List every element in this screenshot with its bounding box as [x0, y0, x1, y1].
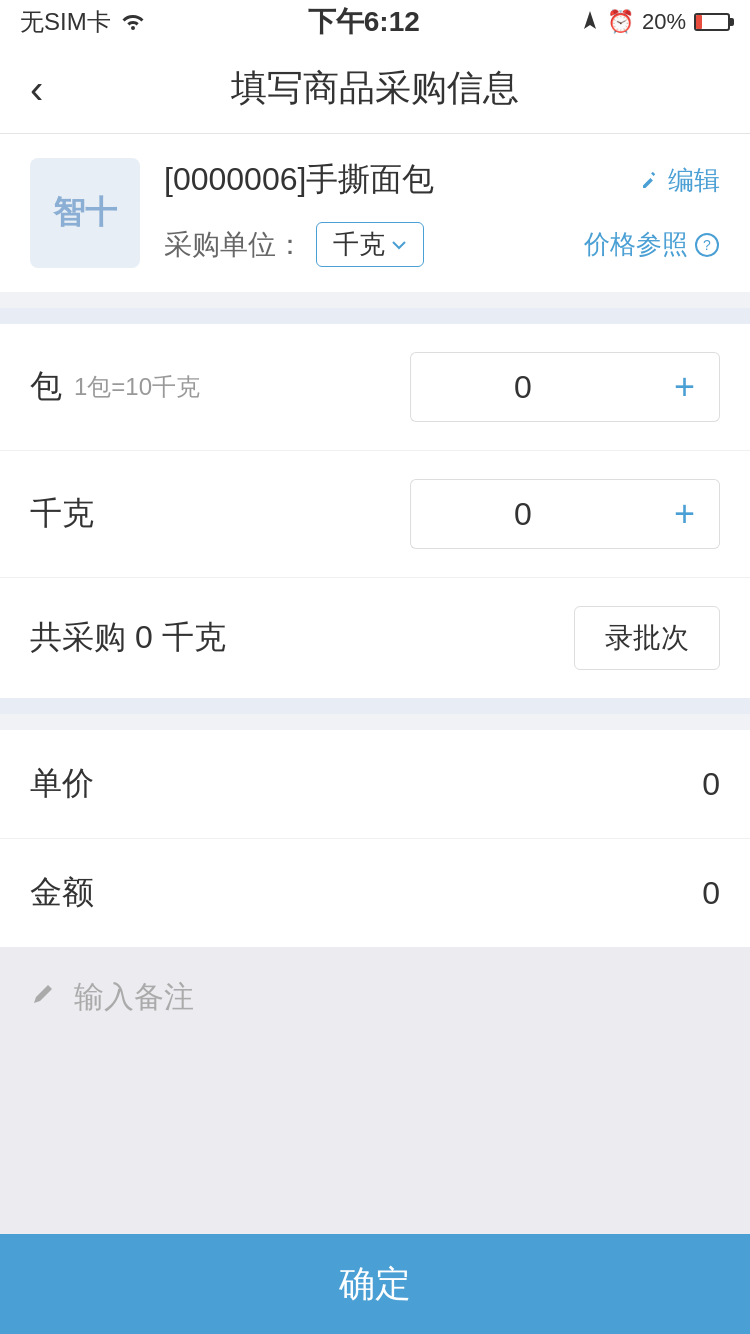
form-section: 包 1包=10千克 + 千克 +	[0, 324, 750, 578]
unit-price-value: 0	[702, 766, 720, 803]
back-button[interactable]: ‹	[30, 69, 43, 109]
amount-row: 金额 0	[0, 839, 750, 947]
package-input-group: +	[410, 352, 720, 422]
carrier-text: 无SIM卡	[20, 6, 111, 38]
gps-icon	[581, 9, 599, 35]
amount-label: 金额	[30, 871, 94, 915]
edit-button[interactable]: 编辑	[640, 163, 720, 198]
pencil-icon	[30, 981, 58, 1016]
kg-label: 千克	[30, 492, 94, 536]
nav-bar: ‹ 填写商品采购信息	[0, 44, 750, 134]
batch-button[interactable]: 录批次	[574, 606, 720, 670]
unit-price-label: 单价	[30, 762, 94, 806]
status-left: 无SIM卡	[20, 6, 147, 38]
svg-text:?: ?	[703, 237, 711, 253]
product-thumbnail: 智十	[30, 158, 140, 268]
status-bar: 无SIM卡 下午6:12 ⏰ 20%	[0, 0, 750, 44]
package-input[interactable]	[410, 352, 650, 422]
unit-price-row: 单价 0	[0, 730, 750, 839]
product-card: 智十 [0000006]手撕面包 编辑 采购单位： 千克 价格参照 ?	[0, 134, 750, 292]
total-row: 共采购 0 千克 录批次	[0, 578, 750, 698]
product-name-row: [0000006]手撕面包 编辑	[164, 158, 720, 202]
wifi-icon	[119, 8, 147, 36]
product-name: [0000006]手撕面包	[164, 158, 434, 202]
price-ref-button[interactable]: 价格参照 ?	[584, 227, 720, 262]
kg-row: 千克 +	[0, 451, 750, 578]
total-text: 共采购 0 千克	[30, 616, 226, 660]
note-section[interactable]: 输入备注	[0, 947, 750, 1107]
kg-input-group: +	[410, 479, 720, 549]
kg-input[interactable]	[410, 479, 650, 549]
amount-value: 0	[702, 875, 720, 912]
status-time: 下午6:12	[308, 3, 420, 41]
product-info: [0000006]手撕面包 编辑 采购单位： 千克 价格参照 ?	[164, 158, 720, 267]
divider-1	[0, 308, 750, 324]
package-label: 包 1包=10千克	[30, 365, 200, 409]
battery-icon	[694, 13, 730, 31]
battery-percentage: 20%	[642, 9, 686, 35]
divider-2	[0, 698, 750, 714]
kg-plus-button[interactable]: +	[650, 479, 720, 549]
page-title: 填写商品采购信息	[231, 64, 519, 113]
package-plus-button[interactable]: +	[650, 352, 720, 422]
unit-row: 采购单位： 千克 价格参照 ?	[164, 222, 720, 267]
price-section: 单价 0 金额 0	[0, 730, 750, 947]
confirm-button[interactable]: 确定	[0, 1234, 750, 1334]
note-placeholder: 输入备注	[74, 977, 194, 1018]
unit-label: 采购单位：	[164, 226, 304, 264]
package-sub-label: 1包=10千克	[74, 371, 200, 403]
unit-select[interactable]: 千克	[316, 222, 424, 267]
alarm-icon: ⏰	[607, 9, 634, 35]
status-right: ⏰ 20%	[581, 9, 730, 35]
package-row: 包 1包=10千克 +	[0, 324, 750, 451]
